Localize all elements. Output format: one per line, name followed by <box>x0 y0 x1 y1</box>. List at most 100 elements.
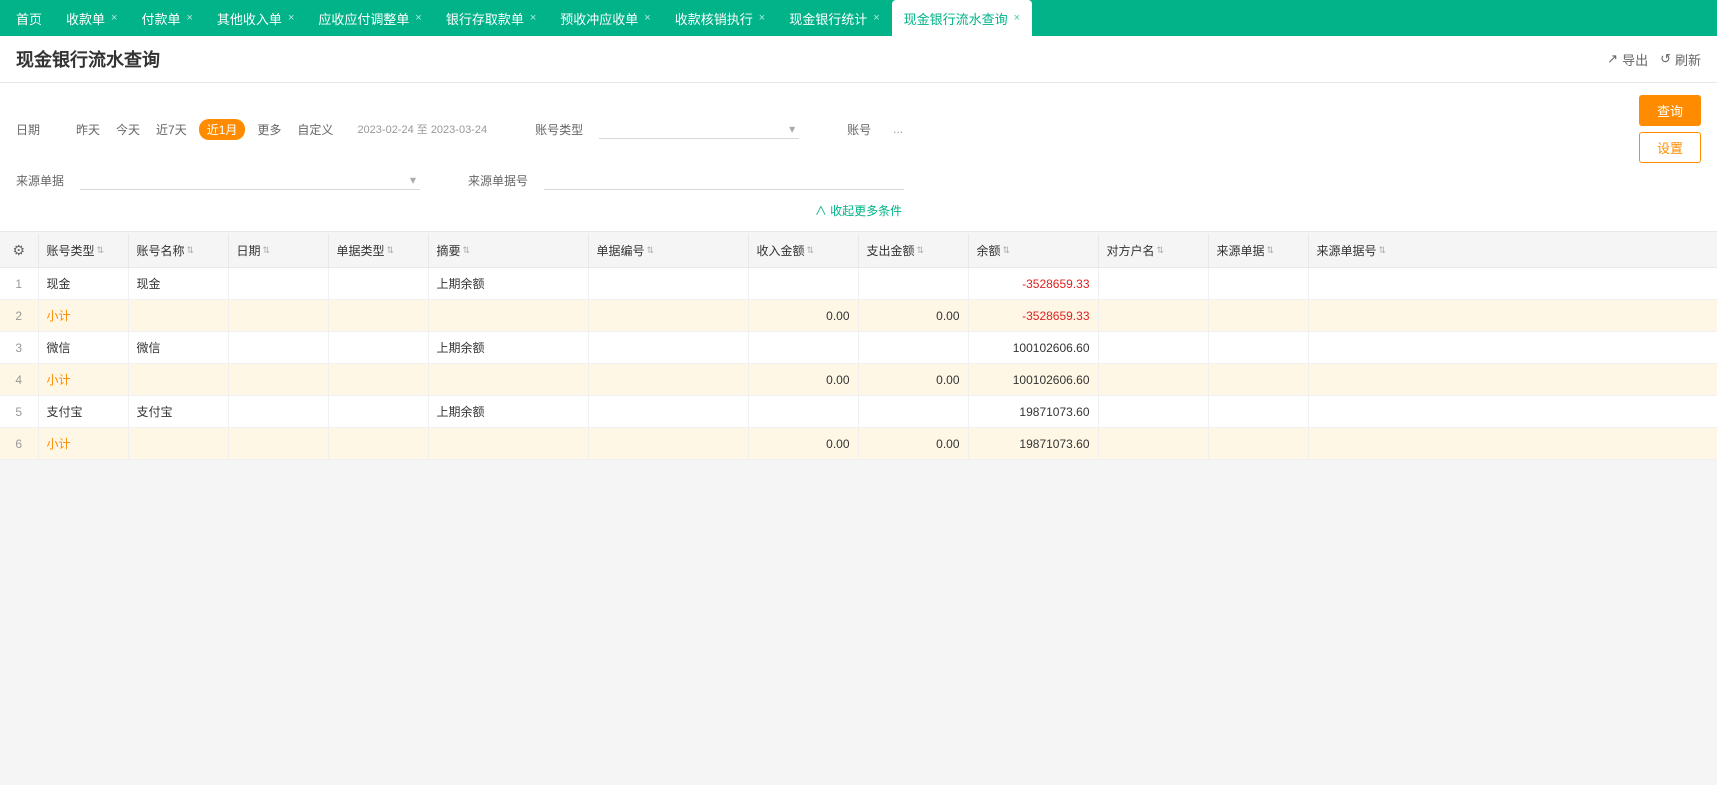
td-income <box>748 268 858 300</box>
td-doctype <box>328 268 428 300</box>
th-summary[interactable]: 摘要⇅ <box>428 234 588 268</box>
gear-icon[interactable]: ⚙ <box>12 242 25 258</box>
th-srcbill[interactable]: 来源单据⇅ <box>1208 234 1308 268</box>
row-num: 1 <box>0 268 38 300</box>
sort-icon-expense: ⇅ <box>917 245 925 256</box>
table-row: 6小计0.000.0019871073.60 <box>0 428 1717 460</box>
td-acname <box>128 300 228 332</box>
date-shortcut-更多[interactable]: 更多 <box>253 119 285 140</box>
td-balance: 100102606.60 <box>968 364 1098 396</box>
nav-item-收款核销执行[interactable]: 收款核销执行× <box>663 0 777 36</box>
sort-icon-income: ⇅ <box>807 245 815 256</box>
table-row: 1现金现金上期余额-3528659.33 <box>0 268 1717 300</box>
th-expense[interactable]: 支出金额⇅ <box>858 234 968 268</box>
close-icon[interactable]: × <box>111 12 117 24</box>
nav-item-银行存取款单[interactable]: 银行存取款单× <box>434 0 548 36</box>
nav-item-预收冲应收单[interactable]: 预收冲应收单× <box>548 0 662 36</box>
td-balance: -3528659.33 <box>968 300 1098 332</box>
close-icon[interactable]: × <box>873 12 879 24</box>
settings-button[interactable]: 设置 <box>1639 132 1701 163</box>
td-date <box>228 300 328 332</box>
td-actype: 现金 <box>38 268 128 300</box>
page-header: 现金银行流水查询 ↗ 导出 ↺ 刷新 <box>0 36 1717 83</box>
close-icon[interactable]: × <box>530 12 536 24</box>
date-shortcut-自定义[interactable]: 自定义 <box>293 119 337 140</box>
date-label: 日期 <box>16 121 56 138</box>
td-summary: 上期余额 <box>428 396 588 428</box>
row-num: 3 <box>0 332 38 364</box>
account-type-select[interactable]: ▾ <box>599 120 799 139</box>
close-icon[interactable]: × <box>186 12 192 24</box>
table-row: 3微信微信上期余额100102606.60 <box>0 332 1717 364</box>
nav-item-首页[interactable]: 首页 <box>4 0 54 36</box>
table-row: 5支付宝支付宝上期余额19871073.60 <box>0 396 1717 428</box>
td-acname: 微信 <box>128 332 228 364</box>
th-opponent[interactable]: 对方户名⇅ <box>1098 234 1208 268</box>
td-srcbillno <box>1308 396 1717 428</box>
date-shortcut-近1月[interactable]: 近1月 <box>199 119 246 140</box>
sort-icon-srcbill: ⇅ <box>1267 245 1275 256</box>
table-row: 4小计0.000.00100102606.60 <box>0 364 1717 396</box>
collapse-bar[interactable]: ∧ 收起更多条件 <box>16 198 1701 223</box>
td-srcbill <box>1208 364 1308 396</box>
td-expense <box>858 268 968 300</box>
td-opponent <box>1098 428 1208 460</box>
th-doctype[interactable]: 单据类型⇅ <box>328 234 428 268</box>
row-num: 5 <box>0 396 38 428</box>
close-icon[interactable]: × <box>644 12 650 24</box>
close-icon[interactable]: × <box>759 12 765 24</box>
td-summary <box>428 428 588 460</box>
td-srcbillno <box>1308 428 1717 460</box>
refresh-icon: ↺ <box>1660 51 1671 67</box>
td-srcbillno <box>1308 364 1717 396</box>
td-date <box>228 332 328 364</box>
td-acname <box>128 364 228 396</box>
date-range: 2023-02-24 至 2023-03-24 <box>357 121 487 137</box>
th-date[interactable]: 日期⇅ <box>228 234 328 268</box>
td-srcbillno <box>1308 268 1717 300</box>
account-dots-button[interactable]: ... <box>887 120 909 138</box>
td-balance: -3528659.33 <box>968 268 1098 300</box>
page-title: 现金银行流水查询 <box>16 46 160 72</box>
th-balance[interactable]: 余额⇅ <box>968 234 1098 268</box>
header-row: ⚙ 账号类型⇅ 账号名称⇅ 日期⇅ 单据类型⇅ 摘要⇅ 单据编号 <box>0 234 1717 268</box>
nav-item-付款单[interactable]: 付款单× <box>129 0 204 36</box>
date-shortcut-昨天[interactable]: 昨天 <box>72 119 104 140</box>
table-area: ⚙ 账号类型⇅ 账号名称⇅ 日期⇅ 单据类型⇅ 摘要⇅ 单据编号 <box>0 234 1717 460</box>
td-actype: 小计 <box>38 428 128 460</box>
sort-icon-summary: ⇅ <box>463 245 471 256</box>
close-icon[interactable]: × <box>415 12 421 24</box>
nav-item-现金银行流水查询[interactable]: 现金银行流水查询× <box>892 0 1032 36</box>
td-expense <box>858 332 968 364</box>
source-bill-no-input[interactable] <box>544 171 904 190</box>
td-srcbill <box>1208 300 1308 332</box>
refresh-button[interactable]: ↺ 刷新 <box>1660 50 1701 69</box>
sort-icon-srcbillno: ⇅ <box>1379 245 1387 256</box>
nav-item-其他收入单[interactable]: 其他收入单× <box>205 0 306 36</box>
td-balance: 19871073.60 <box>968 396 1098 428</box>
sort-icon-date: ⇅ <box>263 245 271 256</box>
td-date <box>228 364 328 396</box>
td-actype: 小计 <box>38 364 128 396</box>
th-income[interactable]: 收入金额⇅ <box>748 234 858 268</box>
row-num: 2 <box>0 300 38 332</box>
date-shortcut-今天[interactable]: 今天 <box>112 119 144 140</box>
date-shortcut-近7天[interactable]: 近7天 <box>152 119 191 140</box>
th-docno[interactable]: 单据编号⇅ <box>588 234 748 268</box>
nav-item-收款单[interactable]: 收款单× <box>54 0 129 36</box>
export-button[interactable]: ↗ 导出 <box>1607 50 1648 69</box>
th-acname[interactable]: 账号名称⇅ <box>128 234 228 268</box>
td-opponent <box>1098 332 1208 364</box>
th-srcbillno[interactable]: 来源单据号⇅ <box>1308 234 1717 268</box>
close-icon[interactable]: × <box>1014 12 1020 24</box>
nav-item-应收应付调整单[interactable]: 应收应付调整单× <box>306 0 433 36</box>
td-income <box>748 396 858 428</box>
close-icon[interactable]: × <box>288 12 294 24</box>
query-button[interactable]: 查询 <box>1639 95 1701 126</box>
th-actype[interactable]: 账号类型⇅ <box>38 234 128 268</box>
source-bill-select[interactable]: ▾ <box>80 171 420 190</box>
td-opponent <box>1098 300 1208 332</box>
nav-item-现金银行统计[interactable]: 现金银行统计× <box>777 0 891 36</box>
td-docno <box>588 268 748 300</box>
td-actype: 小计 <box>38 300 128 332</box>
